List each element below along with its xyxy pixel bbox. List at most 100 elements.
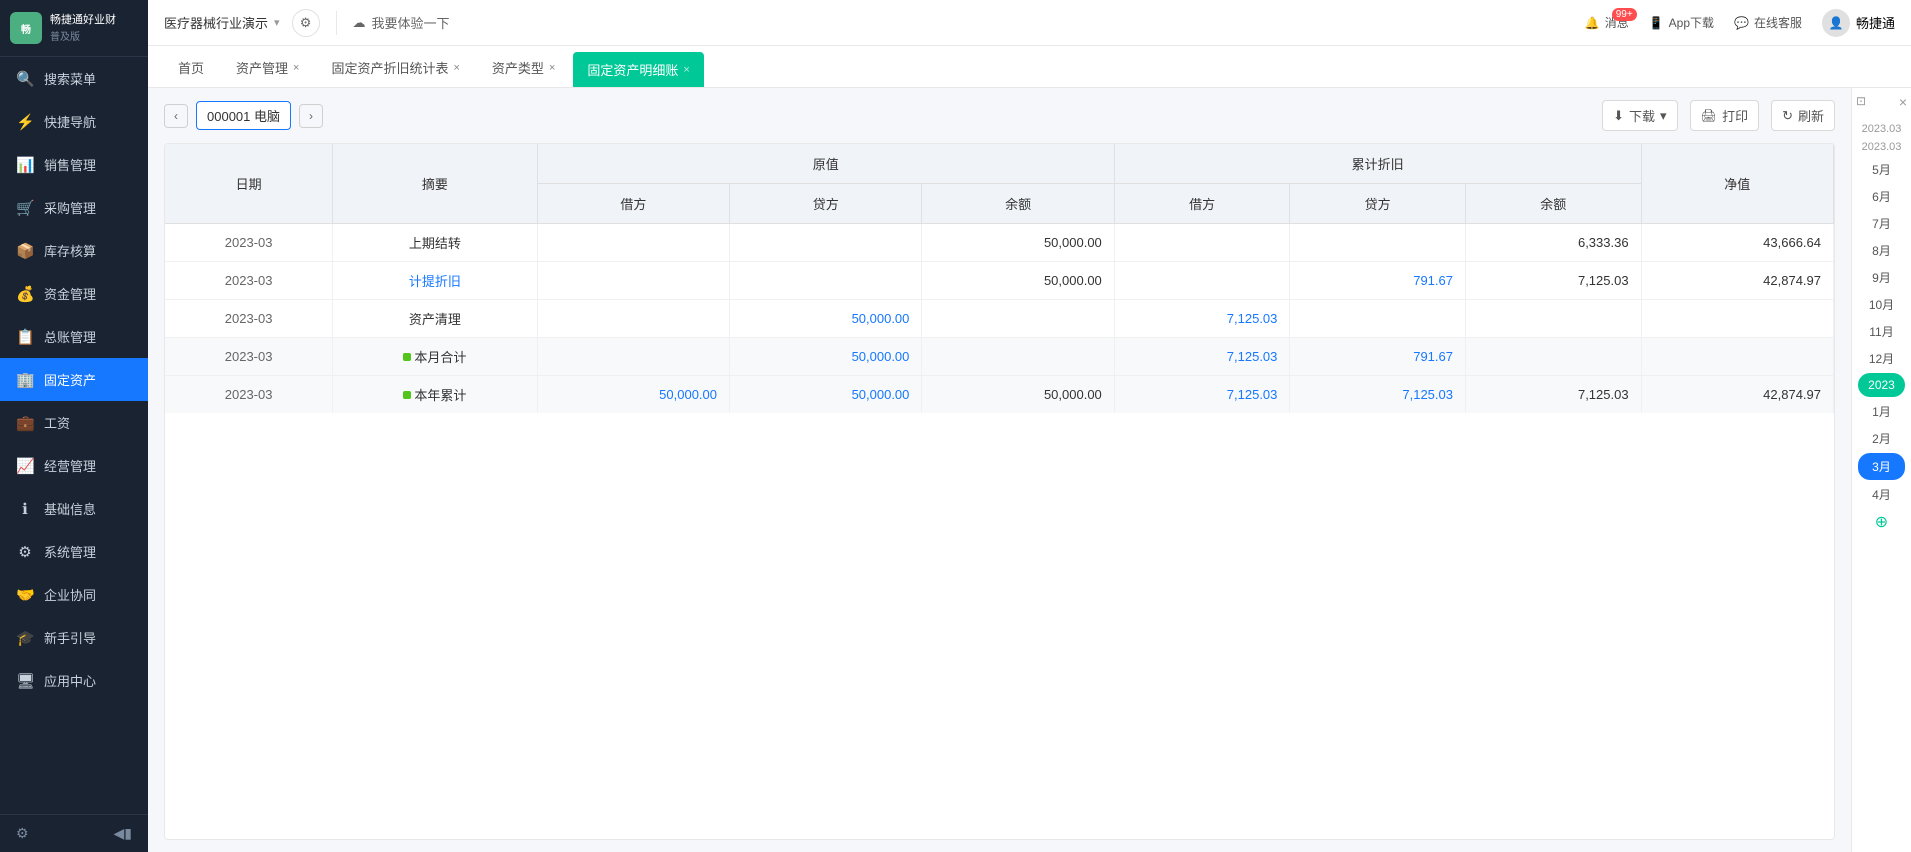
sidebar-item-operations[interactable]: 📈经营管理 — [0, 444, 148, 487]
timeline-panel: × ⊡ 2023.03 2023.03 5月6月7月8月9月10月11月12月2… — [1851, 88, 1911, 852]
sidebar-item-guide[interactable]: 🎓新手引导 — [0, 616, 148, 659]
logo-icon: 畅 — [10, 12, 42, 44]
tab-asset-management-close[interactable]: × — [293, 62, 299, 74]
timeline-down-arrow[interactable]: ⊕ — [1875, 512, 1888, 532]
cell-orig-balance — [922, 300, 1114, 338]
app-center-icon: 🖥 — [16, 672, 34, 690]
sidebar-item-fixed-assets[interactable]: 🏢固定资产 — [0, 358, 148, 401]
timeline-month-2023-4月[interactable]: 4月 — [1852, 481, 1911, 508]
col-accumulated-header: 累计折旧 — [1114, 144, 1641, 184]
timeline-month-9月[interactable]: 9月 — [1852, 264, 1911, 291]
cell-acc-balance: 6,333.36 — [1465, 224, 1641, 262]
timeline-year-2023[interactable]: 2023 — [1858, 373, 1905, 397]
asset-nav-bar: ‹ 000001 电脑 › ⬇ 下载 ▾ 🖨 打印 — [164, 100, 1835, 131]
timeline-close-button[interactable]: × — [1899, 94, 1907, 110]
quick-nav-icon: ⚡ — [16, 113, 34, 131]
company-selector[interactable]: 医疗器械行业演示 ▾ — [164, 13, 280, 32]
timeline-month-2023-2月[interactable]: 2月 — [1852, 425, 1911, 452]
timeline-month-10月[interactable]: 10月 — [1852, 291, 1911, 318]
app-download-button[interactable]: 📱 App下载 — [1649, 14, 1714, 31]
tab-asset-detail-label: 固定资产明细账 — [587, 60, 678, 79]
sidebar-item-sales[interactable]: 📊销售管理 — [0, 143, 148, 186]
sidebar-item-ledger[interactable]: 📋总账管理 — [0, 315, 148, 358]
timeline-month-12月[interactable]: 12月 — [1852, 345, 1911, 372]
timeline-month-2023-1月[interactable]: 1月 — [1852, 398, 1911, 425]
sidebar-label-basic-info: 基础信息 — [44, 499, 96, 518]
cell-acc-credit: 791.67 — [1290, 262, 1466, 300]
table-row: 2023-03 计提折旧 50,000.00 791.67 7,125.03 4… — [165, 262, 1834, 300]
col-acc-debit-header: 借方 — [1114, 184, 1290, 224]
sidebar-item-purchase[interactable]: 🛒采购管理 — [0, 186, 148, 229]
tab-asset-type-label: 资产类型 — [492, 58, 544, 77]
col-orig-credit-header: 贷方 — [730, 184, 922, 224]
cell-orig-debit — [537, 262, 729, 300]
collapse-icon[interactable]: ◀▮ — [114, 825, 132, 842]
table-row: 2023-03 资产清理 50,000.00 7,125.03 — [165, 300, 1834, 338]
prev-asset-button[interactable]: ‹ — [164, 104, 188, 128]
col-summary-header: 摘要 — [333, 144, 537, 224]
col-net-header: 净值 — [1641, 144, 1833, 224]
timeline-month-8月[interactable]: 8月 — [1852, 237, 1911, 264]
download-chevron-icon: ▾ — [1660, 108, 1667, 124]
sidebar-item-system[interactable]: ⚙系统管理 — [0, 530, 148, 573]
refresh-button[interactable]: ↻ 刷新 — [1771, 100, 1835, 131]
cell-net: 43,666.64 — [1641, 224, 1833, 262]
sidebar-item-search[interactable]: 🔍搜索菜单 — [0, 57, 148, 100]
basic-info-icon: ℹ — [16, 500, 34, 518]
ledger-icon: 📋 — [16, 328, 34, 346]
refresh-icon: ↻ — [1782, 108, 1793, 124]
tab-depreciation-stats[interactable]: 固定资产折旧统计表 × — [317, 50, 473, 87]
messages-icon: 🔔 — [1585, 16, 1600, 30]
tab-asset-type[interactable]: 资产类型 × — [478, 50, 569, 87]
messages-button[interactable]: 🔔 消息 99+ — [1585, 14, 1629, 31]
cell-summary: 资产清理 — [333, 300, 537, 338]
enterprise-icon: 🤝 — [16, 586, 34, 604]
experience-button[interactable]: ☁ 我要体验一下 — [353, 13, 450, 32]
tab-home-label: 首页 — [178, 58, 204, 77]
table-row: 2023-03 本月合计 50,000.00 7,125.03 791.67 — [165, 338, 1834, 376]
tab-asset-type-close[interactable]: × — [549, 62, 555, 74]
sidebar-item-enterprise[interactable]: 🤝企业协同 — [0, 573, 148, 616]
topbar-settings-button[interactable]: ⚙ — [292, 9, 320, 37]
customer-service-button[interactable]: 💬 在线客服 — [1734, 14, 1802, 31]
sidebar-item-finance[interactable]: 💰资金管理 — [0, 272, 148, 315]
timeline-month-7月[interactable]: 7月 — [1852, 210, 1911, 237]
settings-bottom-icon[interactable]: ⚙ — [16, 825, 29, 842]
timeline-month-6月[interactable]: 6月 — [1852, 183, 1911, 210]
sidebar-item-inventory[interactable]: 📦库存核算 — [0, 229, 148, 272]
tab-asset-management[interactable]: 资产管理 × — [222, 50, 313, 87]
tab-home[interactable]: 首页 — [164, 50, 218, 87]
sidebar-item-quick-nav[interactable]: ⚡快捷导航 — [0, 100, 148, 143]
content-main: ‹ 000001 电脑 › ⬇ 下载 ▾ 🖨 打印 — [148, 88, 1851, 852]
sidebar-item-basic-info[interactable]: ℹ 基础信息 — [0, 487, 148, 530]
timeline-expand-button[interactable]: ⊡ — [1856, 94, 1866, 108]
cell-summary: 计提折旧 — [333, 262, 537, 300]
tab-depreciation-stats-close[interactable]: × — [453, 62, 459, 74]
search-icon: 🔍 — [16, 70, 34, 88]
timeline-month-2023-3月[interactable]: 3月 — [1858, 453, 1905, 480]
download-button[interactable]: ⬇ 下载 ▾ — [1602, 100, 1677, 131]
data-table-wrapper: 日期 摘要 原值 累计折旧 净值 借方 贷方 余额 借方 贷方 余额 — [164, 143, 1835, 840]
sidebar-item-app-center[interactable]: 🖥应用中心 — [0, 659, 148, 702]
timeline-month-11月[interactable]: 11月 — [1852, 318, 1911, 345]
cell-acc-balance: 7,125.03 — [1465, 262, 1641, 300]
app-download-label: App下载 — [1669, 14, 1714, 31]
tab-asset-detail-close[interactable]: × — [683, 64, 689, 76]
user-menu[interactable]: 👤 畅捷通 — [1822, 9, 1895, 37]
sidebar-item-payroll[interactable]: 💼工资 — [0, 401, 148, 444]
cell-orig-balance — [922, 338, 1114, 376]
cell-orig-debit — [537, 338, 729, 376]
sidebar-label-payroll: 工资 — [44, 413, 70, 432]
refresh-label: 刷新 — [1798, 106, 1824, 125]
tab-asset-detail[interactable]: 固定资产明细账 × — [573, 52, 703, 87]
cell-acc-balance: 7,125.03 — [1465, 376, 1641, 414]
print-button[interactable]: 🖨 打印 — [1690, 100, 1760, 131]
timeline-header-date-1: 2023.03 — [1862, 120, 1902, 138]
timeline-month-5月[interactable]: 5月 — [1852, 156, 1911, 183]
download-label: 下载 — [1629, 106, 1655, 125]
sidebar-label-guide: 新手引导 — [44, 628, 96, 647]
col-original-header: 原值 — [537, 144, 1114, 184]
fixed-assets-icon: 🏢 — [16, 371, 34, 389]
col-acc-balance-header: 余额 — [1465, 184, 1641, 224]
next-asset-button[interactable]: › — [299, 104, 323, 128]
